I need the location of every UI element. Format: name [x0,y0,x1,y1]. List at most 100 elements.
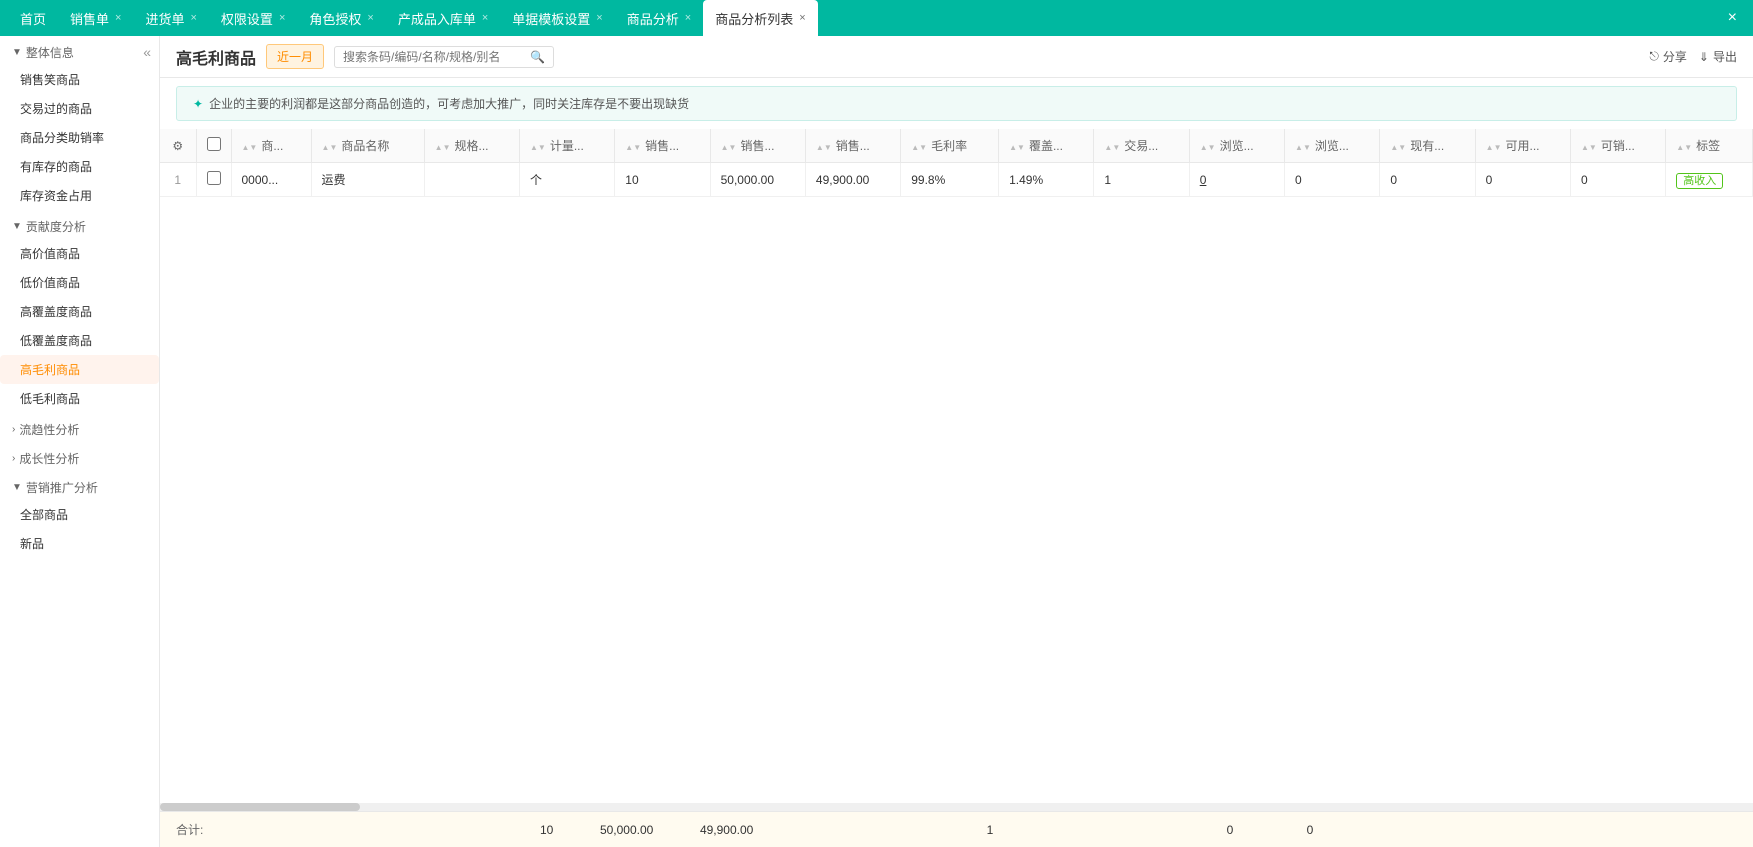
footer-browse1-spacer [1003,823,1083,837]
row-unit: 个 [519,163,614,197]
sidebar-item-stock-capital[interactable]: 库存资金占用 [0,181,159,210]
col-browse1[interactable]: ▲▼浏览... [1189,129,1284,163]
nav-home[interactable]: 首页 [8,0,58,36]
sidebar-group-marketing[interactable]: ▼ 营销推广分析 [0,471,159,500]
sidebar-group-overall[interactable]: ▼ 整体信息 [0,36,159,65]
sort-icon-trade: ▲▼ [1104,143,1120,152]
sort-icon-spec: ▲▼ [435,143,451,152]
sidebar-collapse-button[interactable]: « [143,44,151,60]
col-gross-rate[interactable]: ▲▼毛利率 [901,129,999,163]
sidebar-item-low-coverage[interactable]: 低覆盖度商品 [0,326,159,355]
footer-sales-cost: 49,900.00 [663,823,763,837]
col-unit[interactable]: ▲▼计量... [519,129,614,163]
sidebar-item-low-value[interactable]: 低价值商品 [0,268,159,297]
row-name: 运费 [311,163,424,197]
sidebar-item-new-products[interactable]: 新品 [0,529,159,558]
nav-role-close[interactable]: × [367,12,373,24]
col-browse2[interactable]: ▲▼浏览... [1285,129,1380,163]
nav-purchase[interactable]: 进货单 × [133,0,208,36]
footer-coverage-spacer [843,823,923,837]
sidebar-item-traded[interactable]: 交易过的商品 [0,94,159,123]
search-box: 🔍 [334,46,554,68]
content-header: 高毛利商品 近一月 🔍 ⎋ 分享 ⇓ 导出 [160,36,1753,78]
sidebar-item-high-coverage[interactable]: 高覆盖度商品 [0,297,159,326]
sort-icon-available1: ▲▼ [1390,143,1406,152]
col-sales-qty[interactable]: ▲▼销售... [615,129,710,163]
browse1-link[interactable]: 0 [1200,173,1207,187]
nav-product-in[interactable]: 产成品入库单 × [386,0,500,36]
tag-badge: 高收入 [1676,173,1723,189]
nav-product-analysis[interactable]: 商品分析 × [615,0,703,36]
col-sales-amt[interactable]: ▲▼销售... [710,129,805,163]
sidebar: « ▼ 整体信息 销售笑商品 交易过的商品 商品分类助销率 有库存的商品 库存资… [0,36,160,847]
export-button[interactable]: ⇓ 导出 [1699,48,1737,65]
col-spec[interactable]: ▲▼规格... [424,129,519,163]
scrollbar-thumb[interactable] [160,803,360,811]
sidebar-group-growth[interactable]: › 成长性分析 [0,442,159,471]
col-tag[interactable]: ▲▼标签 [1666,129,1753,163]
horizontal-scrollbar[interactable] [160,803,1753,811]
sort-icon-browse1: ▲▼ [1200,143,1216,152]
sort-icon-name: ▲▼ [322,143,338,152]
select-all-checkbox[interactable] [207,137,221,151]
sort-icon-unit: ▲▼ [530,143,546,152]
nav-product-in-close[interactable]: × [482,12,488,24]
row-browse1[interactable]: 0 [1189,163,1284,197]
row-sales-amt: 50,000.00 [710,163,805,197]
info-icon: ✦ [193,97,203,111]
col-available2[interactable]: ▲▼可用... [1475,129,1570,163]
arrow-flow: › [12,424,15,435]
sort-icon-sales-amt: ▲▼ [721,143,737,152]
sidebar-item-high-value[interactable]: 高价值商品 [0,239,159,268]
sidebar-item-in-stock[interactable]: 有库存的商品 [0,152,159,181]
nav-permission-close[interactable]: × [279,12,285,24]
sidebar-item-low-margin[interactable]: 低毛利商品 [0,384,159,413]
row-checkbox[interactable] [207,171,221,185]
nav-purchase-close[interactable]: × [190,12,196,24]
share-button[interactable]: ⎋ 分享 [1649,48,1687,65]
nav-role[interactable]: 角色授权 × [297,0,385,36]
main-layout: « ▼ 整体信息 销售笑商品 交易过的商品 商品分类助销率 有库存的商品 库存资… [0,36,1753,847]
footer-gross-spacer [763,823,843,837]
nav-sales[interactable]: 销售单 × [58,0,133,36]
table-row: 1 0000... 运费 个 10 50,000.00 49,900.00 99… [160,163,1753,197]
nav-permission[interactable]: 权限设置 × [209,0,297,36]
footer-available2: 0 [1243,823,1323,837]
sort-icon-code: ▲▼ [242,143,258,152]
nav-product-analysis-list-close[interactable]: × [799,12,805,24]
col-coverage[interactable]: ▲▼覆盖... [999,129,1094,163]
col-trade[interactable]: ▲▼交易... [1094,129,1189,163]
nav-template-close[interactable]: × [596,12,602,24]
nav-template[interactable]: 单据模板设置 × [500,0,614,36]
nav-sales-close[interactable]: × [115,12,121,24]
sidebar-item-high-margin[interactable]: 高毛利商品 [0,355,159,384]
footer-sales-qty: 10 [483,823,563,837]
col-code[interactable]: ▲▼商... [231,129,311,163]
row-available1: 0 [1380,163,1475,197]
footer-values: 10 50,000.00 49,900.00 1 0 0 [223,823,1323,837]
sidebar-group-contribution[interactable]: ▼ 贡献度分析 [0,210,159,239]
search-input[interactable] [343,50,530,64]
footer-browse2-spacer [1083,823,1163,837]
window-close-button[interactable]: × [1720,9,1745,27]
arrow-marketing: ▼ [12,482,22,493]
sidebar-item-sales-smile[interactable]: 销售笑商品 [0,65,159,94]
col-saleable[interactable]: ▲▼可销... [1570,129,1665,163]
filter-recent-month-button[interactable]: 近一月 [266,44,324,69]
sidebar-group-flow[interactable]: › 流趋性分析 [0,413,159,442]
sort-icon-saleable: ▲▼ [1581,143,1597,152]
table-container[interactable]: ⚙ ▲▼商... ▲▼商品名称 ▲▼规格... ▲▼计量... ▲▼销售... … [160,129,1753,847]
col-available1[interactable]: ▲▼现有... [1380,129,1475,163]
header-actions: ⎋ 分享 ⇓ 导出 [1649,48,1737,65]
footer-available1: 0 [1163,823,1243,837]
col-settings[interactable]: ⚙ [160,129,196,163]
search-icon[interactable]: 🔍 [530,50,545,64]
sidebar-item-all-products[interactable]: 全部商品 [0,500,159,529]
nav-product-analysis-list[interactable]: 商品分析列表 × [703,0,817,36]
col-name[interactable]: ▲▼商品名称 [311,129,424,163]
sort-icon-available2: ▲▼ [1486,143,1502,152]
col-sales-cost[interactable]: ▲▼销售... [805,129,900,163]
sidebar-item-category-rate[interactable]: 商品分类助销率 [0,123,159,152]
sort-icon-browse2: ▲▼ [1295,143,1311,152]
nav-product-analysis-close[interactable]: × [685,12,691,24]
